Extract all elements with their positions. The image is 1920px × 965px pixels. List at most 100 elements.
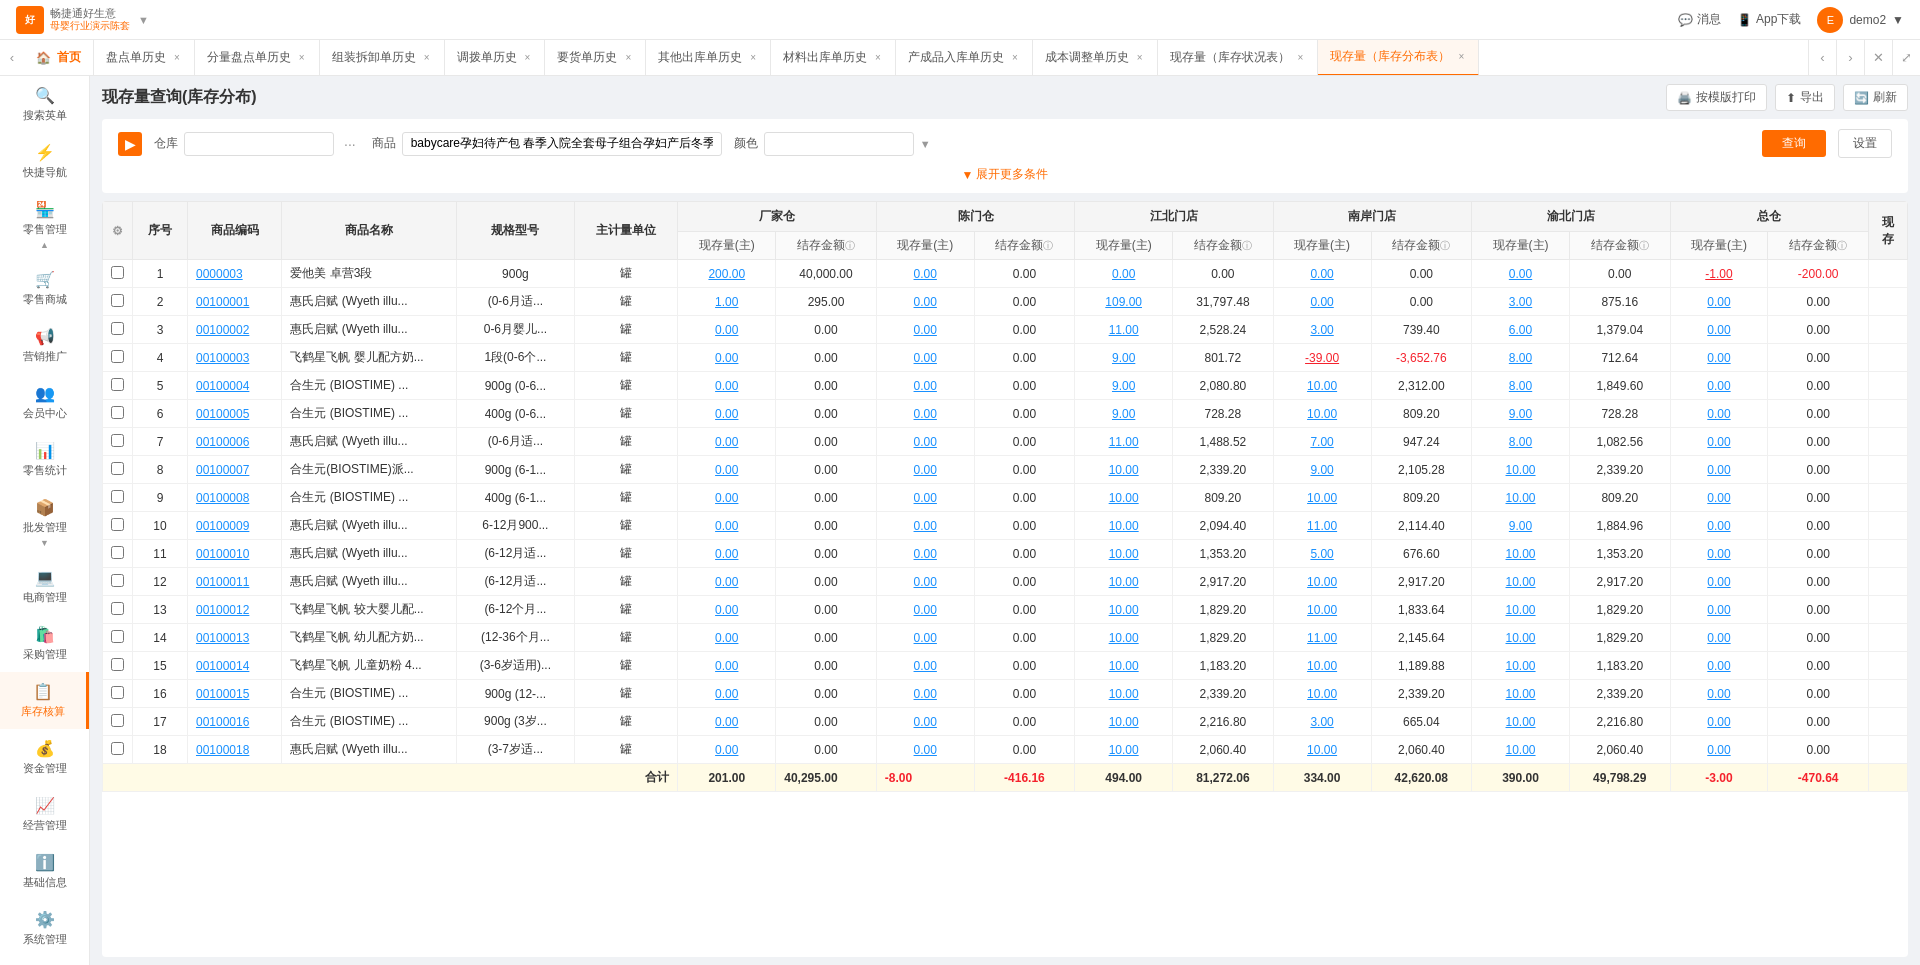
qty-link[interactable]: 0.00: [914, 547, 937, 561]
cell-total-qty[interactable]: 0.00: [1670, 316, 1768, 344]
cell-jiangbei-qty[interactable]: 10.00: [1075, 540, 1173, 568]
cell-nanan-qty[interactable]: 3.00: [1273, 316, 1371, 344]
cell-chenmen-qty[interactable]: 0.00: [876, 484, 974, 512]
tab-transfer-history[interactable]: 调拨单历史 ×: [445, 40, 546, 76]
row-checkbox[interactable]: [111, 518, 124, 531]
row-checkbox[interactable]: [111, 350, 124, 363]
cell-total-qty[interactable]: 0.00: [1670, 484, 1768, 512]
tab-close-icon[interactable]: ×: [623, 50, 633, 65]
cell-yubeimen-qty[interactable]: 10.00: [1472, 652, 1570, 680]
qty-link[interactable]: 0.00: [715, 687, 738, 701]
cell-yubeimen-qty[interactable]: 10.00: [1472, 736, 1570, 764]
cell-nanan-qty[interactable]: 9.00: [1273, 456, 1371, 484]
cell-yubeimen-qty[interactable]: 0.00: [1472, 260, 1570, 288]
cell-nanan-qty[interactable]: 10.00: [1273, 400, 1371, 428]
cell-checkbox[interactable]: [103, 680, 133, 708]
qty-link[interactable]: 9.00: [1509, 519, 1532, 533]
info-icon[interactable]: ⓘ: [1440, 240, 1450, 251]
cell-yubeimen-qty[interactable]: 10.00: [1472, 596, 1570, 624]
qty-link[interactable]: 10.00: [1307, 659, 1337, 673]
cell-jiangbei-qty[interactable]: 10.00: [1075, 512, 1173, 540]
qty-link[interactable]: 0.00: [715, 547, 738, 561]
row-checkbox[interactable]: [111, 602, 124, 615]
qty-link[interactable]: 9.00: [1509, 407, 1532, 421]
tab-prev-btn[interactable]: ‹: [0, 40, 24, 76]
cell-chenmen-qty[interactable]: 0.00: [876, 680, 974, 708]
cell-code[interactable]: 00100010: [187, 540, 281, 568]
cell-code[interactable]: 00100013: [187, 624, 281, 652]
cell-jiangbei-qty[interactable]: 11.00: [1075, 428, 1173, 456]
tab-outbound-history[interactable]: 其他出库单历史 ×: [646, 40, 771, 76]
qty-link[interactable]: 11.00: [1307, 631, 1337, 645]
qty-link[interactable]: 0.00: [715, 435, 738, 449]
qty-link[interactable]: 10.00: [1307, 687, 1337, 701]
qty-link[interactable]: 0.00: [1707, 547, 1730, 561]
qty-link[interactable]: 0.00: [914, 631, 937, 645]
col-settings[interactable]: ⚙: [103, 202, 133, 260]
tab-product-inbound[interactable]: 产成品入库单历史 ×: [896, 40, 1033, 76]
cell-code[interactable]: 00100012: [187, 596, 281, 624]
qty-link[interactable]: 9.00: [1112, 407, 1135, 421]
qty-link[interactable]: 10.00: [1109, 519, 1139, 533]
cell-checkbox[interactable]: [103, 708, 133, 736]
collapse-btn[interactable]: ▶: [118, 132, 142, 156]
qty-link[interactable]: -39.00: [1305, 351, 1339, 365]
qty-link[interactable]: 0.00: [1707, 519, 1730, 533]
qty-link[interactable]: 0.00: [1707, 575, 1730, 589]
cell-jiangbei-qty[interactable]: 109.00: [1075, 288, 1173, 316]
qty-link[interactable]: 0.00: [914, 295, 937, 309]
cell-nanan-qty[interactable]: 0.00: [1273, 260, 1371, 288]
cell-nanan-qty[interactable]: 10.00: [1273, 568, 1371, 596]
tab-assembly-history[interactable]: 组装拆卸单历史 ×: [320, 40, 445, 76]
qty-link[interactable]: 0.00: [1707, 715, 1730, 729]
qty-link[interactable]: 0.00: [914, 715, 937, 729]
qty-link[interactable]: 0.00: [1707, 435, 1730, 449]
cell-checkbox[interactable]: [103, 316, 133, 344]
qty-link[interactable]: 0.00: [715, 715, 738, 729]
cell-checkbox[interactable]: [103, 484, 133, 512]
row-checkbox[interactable]: [111, 630, 124, 643]
row-checkbox[interactable]: [111, 378, 124, 391]
qty-link[interactable]: 11.00: [1109, 323, 1139, 337]
cell-total-qty[interactable]: 0.00: [1670, 372, 1768, 400]
cell-jiangbei-qty[interactable]: 10.00: [1075, 736, 1173, 764]
cell-code[interactable]: 00100014: [187, 652, 281, 680]
cell-chenmen-qty[interactable]: 0.00: [876, 568, 974, 596]
qty-link[interactable]: 0.00: [715, 463, 738, 477]
refresh-btn[interactable]: 🔄 刷新: [1843, 84, 1908, 111]
tab-close-icon[interactable]: ×: [523, 50, 533, 65]
qty-link[interactable]: 6.00: [1509, 323, 1532, 337]
cell-yubeimen-qty[interactable]: 10.00: [1472, 484, 1570, 512]
cell-jiangbei-qty[interactable]: 9.00: [1075, 372, 1173, 400]
qty-link[interactable]: 9.00: [1112, 351, 1135, 365]
sidebar-item-member[interactable]: 👥 会员中心: [0, 374, 89, 431]
qty-link[interactable]: 10.00: [1109, 743, 1139, 757]
cell-jiangbei-qty[interactable]: 9.00: [1075, 400, 1173, 428]
qty-link[interactable]: 0.00: [1707, 687, 1730, 701]
cell-chenmen-qty[interactable]: 0.00: [876, 316, 974, 344]
cell-yubeimen-qty[interactable]: 10.00: [1472, 708, 1570, 736]
qty-link[interactable]: 0.00: [715, 491, 738, 505]
cell-nanan-qty[interactable]: 10.00: [1273, 736, 1371, 764]
qty-link[interactable]: 10.00: [1307, 491, 1337, 505]
cell-jiangbei-qty[interactable]: 10.00: [1075, 456, 1173, 484]
cell-factory-qty[interactable]: 0.00: [678, 652, 776, 680]
dropdown-arrow[interactable]: ▼: [138, 14, 149, 26]
qty-link[interactable]: 0.00: [715, 659, 738, 673]
row-checkbox[interactable]: [111, 490, 124, 503]
tab-scroll-right[interactable]: ›: [1836, 40, 1864, 76]
qty-link[interactable]: 10.00: [1109, 715, 1139, 729]
qty-link[interactable]: 0.00: [914, 491, 937, 505]
cell-factory-qty[interactable]: 1.00: [678, 288, 776, 316]
cell-nanan-qty[interactable]: 10.00: [1273, 484, 1371, 512]
cell-yubeimen-qty[interactable]: 10.00: [1472, 568, 1570, 596]
tab-maximize[interactable]: ⤢: [1892, 40, 1920, 76]
info-icon[interactable]: ⓘ: [845, 240, 855, 251]
sidebar-item-enterprise[interactable]: 🤝 企业协同: [0, 957, 89, 965]
row-checkbox[interactable]: [111, 322, 124, 335]
cell-checkbox[interactable]: [103, 260, 133, 288]
cell-factory-qty[interactable]: 0.00: [678, 624, 776, 652]
cell-chenmen-qty[interactable]: 0.00: [876, 652, 974, 680]
cell-jiangbei-qty[interactable]: 0.00: [1075, 260, 1173, 288]
qty-link[interactable]: 0.00: [1707, 603, 1730, 617]
